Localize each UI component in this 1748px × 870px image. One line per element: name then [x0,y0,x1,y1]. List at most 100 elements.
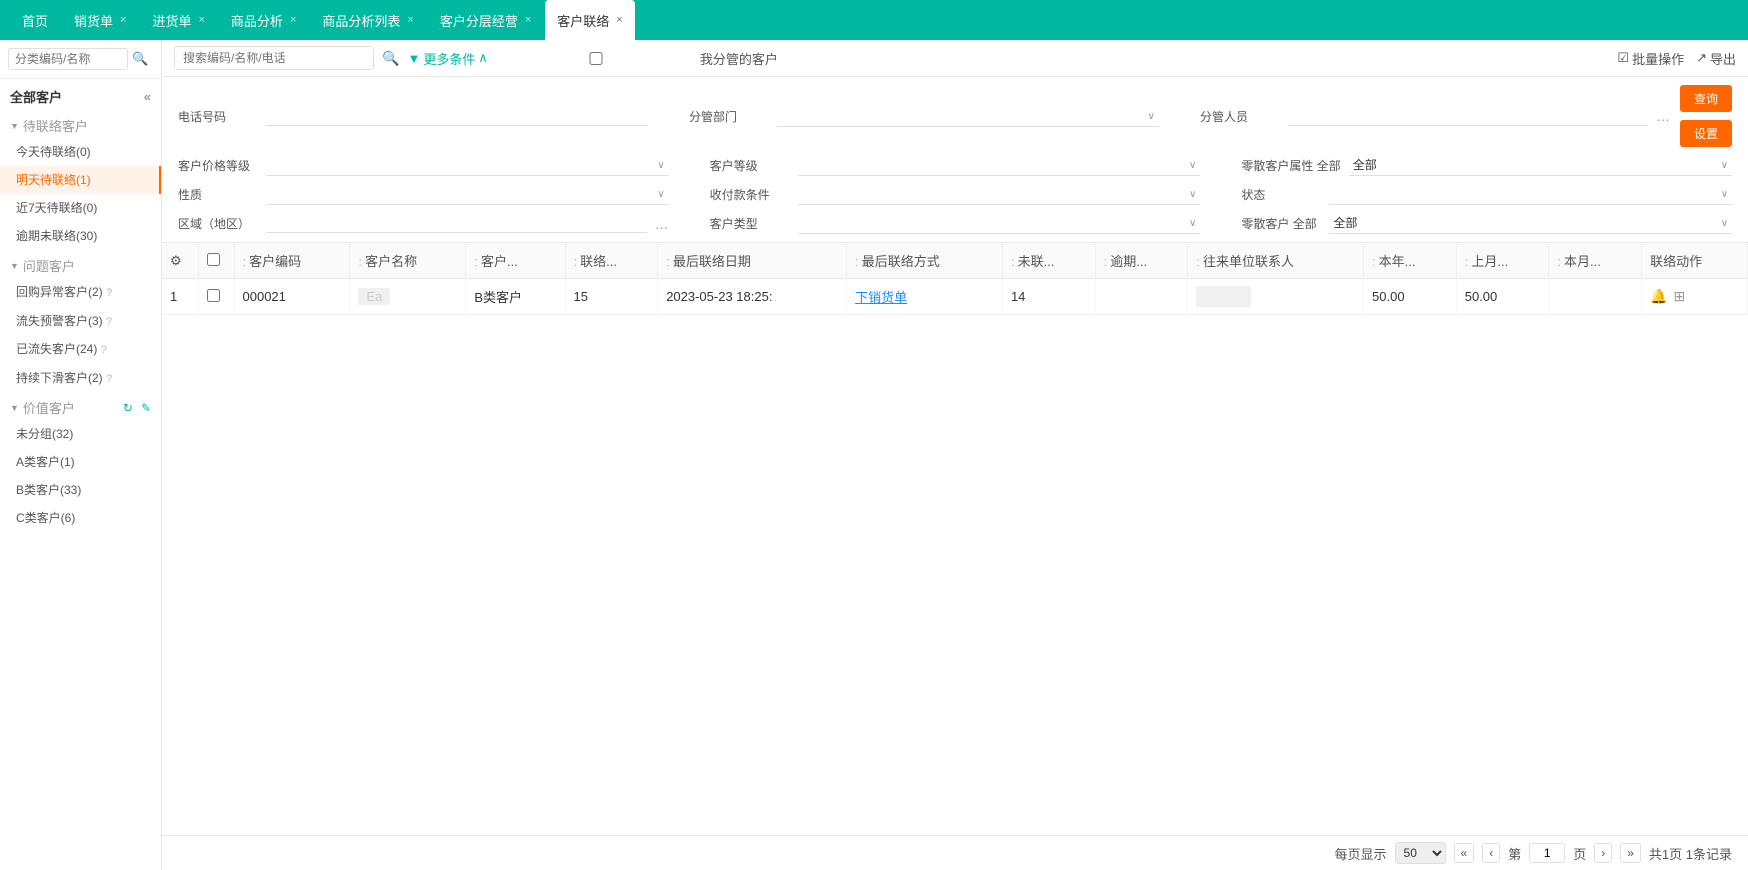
filter-region-input[interactable] [266,214,647,233]
th-last-method: :最后联络方式 [847,243,1003,279]
filter-customer-grade-select[interactable] [798,155,1201,176]
filter-status-wrap [1329,184,1732,205]
filter-region-dots[interactable]: … [655,216,669,232]
filter-payment-select[interactable] [798,184,1201,205]
action-grid-icon[interactable]: ⊞ [1674,288,1686,305]
reset-button[interactable]: 设置 [1680,120,1732,147]
sidebar-item-churn-warning[interactable]: 流失预警客户(3) ? [0,307,161,336]
filter-button[interactable]: ▼ 更多条件 ∧ [407,49,487,68]
filter-dept-wrap [777,106,1159,127]
table-container: ⚙ :客户编码 :客户名称 :客户... :联络... :最后联络日期 :最后联… [162,243,1748,835]
th-overdue: :逾期... [1095,243,1188,279]
sidebar-group-pending: ▼ 待联络客户 [0,110,161,138]
nav-analysis[interactable]: 商品分析 × [219,0,308,40]
row-checkbox[interactable] [207,289,220,302]
prev-page-button[interactable]: ‹ [1482,843,1500,863]
sidebar-item-c-class[interactable]: C类客户(6) [0,504,161,532]
next-page-button[interactable]: › [1594,843,1612,863]
filter-person-input[interactable] [1288,107,1648,126]
sidebar-item-declining[interactable]: 持续下滑客户(2) ? [0,364,161,393]
sidebar-item-today[interactable]: 今天待联络(0) [0,138,161,166]
filter-phone-input[interactable] [266,107,648,126]
filter-nature-select[interactable] [266,184,669,205]
sidebar-item-churned[interactable]: 已流失客户(24) ? [0,335,161,364]
value-group-edit[interactable]: ✎ [141,401,151,415]
nav-sales-close[interactable]: × [120,14,126,26]
query-button[interactable]: 查询 [1680,85,1732,112]
td-this-month [1549,279,1642,315]
table-row: 1 000021 Ea B类客户 15 2023-05-23 18:25: 下销… [162,279,1748,315]
sidebar-item-rebuy-abnormal[interactable]: 回购异常客户(2) ? [0,278,161,307]
filter-phone-label: 电话号码 [178,108,258,125]
nav-customer-contact[interactable]: 客户联络 × [545,0,634,40]
sidebar-search-input[interactable] [8,48,128,70]
nav-home[interactable]: 首页 [10,0,60,40]
nav-analysis-close[interactable]: × [290,14,296,26]
filter-retail-select[interactable]: 全部 [1329,213,1732,234]
filter-person-dots[interactable]: … [1656,108,1670,124]
sidebar-item-tomorrow[interactable]: 明天待联络(1) [0,166,161,194]
filter-customer-type-wrap [798,213,1201,234]
nav-analysis-list[interactable]: 商品分析列表 × [310,0,425,40]
nav-analysis-label: 商品分析 [231,11,283,30]
last-page-button[interactable]: » [1620,843,1641,863]
export-icon: ↗ [1696,50,1707,66]
nav-customer-segment[interactable]: 客户分层经营 × [428,0,543,40]
page-input[interactable] [1529,843,1565,863]
td-uncontacted: 14 [1002,279,1095,315]
my-customers-checkbox[interactable] [496,52,696,65]
sidebar-item-a-class[interactable]: A类客户(1) [0,448,161,476]
filter-retail-attr-select[interactable]: 全部 [1349,155,1732,176]
my-customers-checkbox-area[interactable]: 我分管的客户 [496,49,778,68]
th-last-date: :最后联络日期 [658,243,847,279]
nav-purchase-close[interactable]: × [198,14,204,26]
filter-dept-select[interactable] [777,106,1159,127]
sidebar-item-overdue[interactable]: 逾期未联络(30) [0,222,161,250]
filter-price-grade-select[interactable] [266,155,669,176]
per-page-select[interactable]: 50 100 200 [1395,842,1446,864]
action-phone-icon[interactable]: 🔔 [1650,288,1667,305]
filter-customer-type-select[interactable] [798,213,1201,234]
nav-customer-segment-close[interactable]: × [525,14,531,26]
filter-row-3: 性质 收付款条件 状态 [178,184,1732,205]
search-icon[interactable]: 🔍 [382,50,399,67]
td-last-method[interactable]: 下销货单 [847,279,1003,315]
sidebar-search-icon[interactable]: 🔍 [132,51,148,67]
nav-customer-contact-close[interactable]: × [616,14,622,26]
search-input[interactable] [174,46,374,70]
sidebar-all-customers[interactable]: 全部客户 « [0,79,161,110]
filter-status-select[interactable] [1329,184,1732,205]
nav-sales-label: 销货单 [74,11,113,30]
td-checkbox[interactable] [198,279,234,315]
bulk-button[interactable]: ☑ 批量操作 [1617,49,1684,68]
nav-analysis-list-close[interactable]: × [407,14,413,26]
td-last-month: 50.00 [1456,279,1549,315]
filter-row-4: 区域（地区） … 客户类型 零散客户 全部 全部 [178,213,1732,234]
nav-sales[interactable]: 销货单 × [62,0,138,40]
nav-analysis-list-label: 商品分析列表 [322,11,400,30]
nav-home-label: 首页 [22,11,48,30]
th-settings[interactable]: ⚙ [162,243,198,279]
export-button[interactable]: ↗ 导出 [1696,49,1736,68]
th-checkbox[interactable] [198,243,234,279]
th-name: :客户名称 [350,243,466,279]
filter-customer-type: 客户类型 [710,213,1201,234]
last-method-link[interactable]: 下销货单 [855,290,907,305]
filter-dept: 分管部门 [689,106,1159,127]
sidebar-item-7days[interactable]: 近7天待联络(0) [0,194,161,222]
contact-person-blurred [1196,286,1251,307]
select-all-checkbox[interactable] [207,253,220,266]
td-rownum: 1 [162,279,198,315]
sidebar-item-b-class[interactable]: B类客户(33) [0,476,161,504]
value-group-refresh[interactable]: ↻ [123,401,133,415]
sidebar-collapse-icon[interactable]: « [144,89,151,104]
sidebar-item-unclassified[interactable]: 未分组(32) [0,420,161,448]
first-page-button[interactable]: « [1454,843,1475,863]
th-action: 联络动作 [1642,243,1748,279]
sidebar-group-value: ▼ 价值客户 ↻ ✎ [0,392,161,420]
filter-price-grade-wrap [266,155,669,176]
settings-icon[interactable]: ⚙ [170,253,182,268]
per-page-label: 每页显示 [1335,844,1387,863]
sidebar-group-value-label: 价值客户 [23,398,75,417]
nav-purchase[interactable]: 进货单 × [140,0,216,40]
